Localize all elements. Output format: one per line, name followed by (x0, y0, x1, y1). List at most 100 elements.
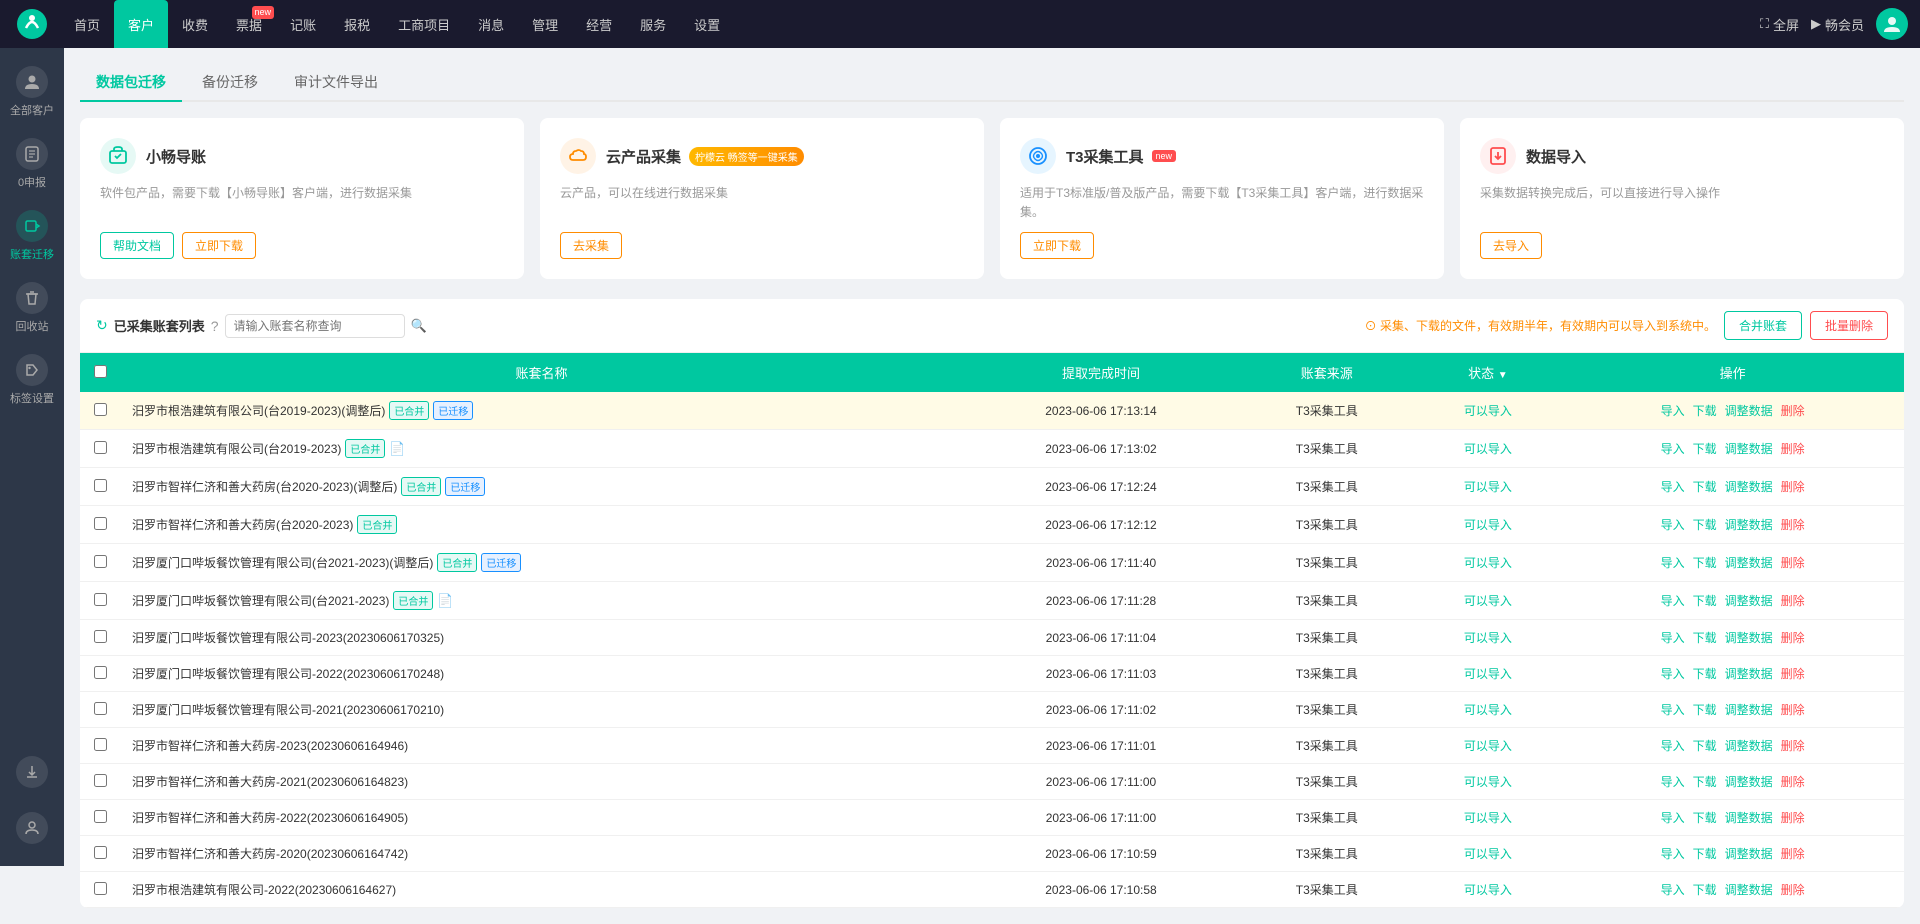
action-删除[interactable]: 删除 (1781, 701, 1805, 718)
nav-service[interactable]: 服务 (626, 0, 680, 48)
action-下载[interactable]: 下载 (1693, 402, 1717, 419)
action-删除[interactable]: 删除 (1781, 737, 1805, 754)
action-删除[interactable]: 删除 (1781, 440, 1805, 457)
nav-message[interactable]: 消息 (464, 0, 518, 48)
action-调整数据[interactable]: 调整数据 (1725, 478, 1773, 495)
go-collect-button[interactable]: 去采集 (560, 232, 622, 259)
fullscreen-button[interactable]: ⛶ 全屏 (1760, 15, 1799, 34)
download-now-button[interactable]: 立即下载 (182, 232, 256, 259)
nav-business[interactable]: 工商项目 (384, 0, 464, 48)
action-下载[interactable]: 下载 (1693, 440, 1717, 457)
go-import-button[interactable]: 去导入 (1480, 232, 1542, 259)
row-checkbox[interactable] (94, 593, 107, 606)
row-checkbox[interactable] (94, 555, 107, 568)
user-avatar[interactable] (1876, 8, 1908, 40)
action-导入[interactable]: 导入 (1661, 845, 1685, 862)
action-调整数据[interactable]: 调整数据 (1725, 592, 1773, 609)
row-checkbox[interactable] (94, 846, 107, 859)
action-删除[interactable]: 删除 (1781, 845, 1805, 862)
row-checkbox[interactable] (94, 702, 107, 715)
col-status[interactable]: 状态 ▼ (1414, 353, 1561, 392)
row-checkbox[interactable] (94, 738, 107, 751)
action-删除[interactable]: 删除 (1781, 629, 1805, 646)
nav-accounting[interactable]: 记账 (276, 0, 330, 48)
nav-settings[interactable]: 设置 (680, 0, 734, 48)
nav-client[interactable]: 客户 (114, 0, 168, 48)
search-icon[interactable]: 🔍 (411, 318, 427, 334)
row-checkbox[interactable] (94, 810, 107, 823)
action-下载[interactable]: 下载 (1693, 478, 1717, 495)
action-导入[interactable]: 导入 (1661, 773, 1685, 790)
action-导入[interactable]: 导入 (1661, 440, 1685, 457)
action-导入[interactable]: 导入 (1661, 665, 1685, 682)
action-调整数据[interactable]: 调整数据 (1725, 737, 1773, 754)
action-调整数据[interactable]: 调整数据 (1725, 516, 1773, 533)
sidebar-item-account-migrate[interactable]: 账套迁移 (0, 200, 64, 272)
action-删除[interactable]: 删除 (1781, 809, 1805, 826)
sidebar-item-recycle[interactable]: 回收站 (0, 272, 64, 344)
row-checkbox[interactable] (94, 774, 107, 787)
action-导入[interactable]: 导入 (1661, 554, 1685, 571)
action-调整数据[interactable]: 调整数据 (1725, 402, 1773, 419)
nav-invoice[interactable]: 票据 new (222, 0, 276, 48)
action-导入[interactable]: 导入 (1661, 402, 1685, 419)
action-删除[interactable]: 删除 (1781, 665, 1805, 682)
action-导入[interactable]: 导入 (1661, 881, 1685, 898)
action-删除[interactable]: 删除 (1781, 554, 1805, 571)
action-导入[interactable]: 导入 (1661, 701, 1685, 718)
member-button[interactable]: ▶ 畅会员 (1811, 15, 1864, 34)
action-删除[interactable]: 删除 (1781, 773, 1805, 790)
action-下载[interactable]: 下载 (1693, 701, 1717, 718)
sidebar-item-profile[interactable] (0, 802, 64, 854)
action-下载[interactable]: 下载 (1693, 773, 1717, 790)
tab-audit-export[interactable]: 审计文件导出 (278, 64, 394, 102)
action-导入[interactable]: 导入 (1661, 629, 1685, 646)
tab-backup-migration[interactable]: 备份迁移 (186, 64, 274, 102)
action-调整数据[interactable]: 调整数据 (1725, 845, 1773, 862)
merge-account-button[interactable]: 合并账套 (1724, 311, 1802, 340)
row-checkbox[interactable] (94, 666, 107, 679)
action-导入[interactable]: 导入 (1661, 478, 1685, 495)
help-circle-icon[interactable]: ? (211, 318, 219, 334)
action-调整数据[interactable]: 调整数据 (1725, 440, 1773, 457)
nav-tax[interactable]: 报税 (330, 0, 384, 48)
action-下载[interactable]: 下载 (1693, 554, 1717, 571)
action-调整数据[interactable]: 调整数据 (1725, 809, 1773, 826)
refresh-icon[interactable]: ↻ (96, 317, 108, 334)
t3-download-button[interactable]: 立即下载 (1020, 232, 1094, 259)
action-导入[interactable]: 导入 (1661, 737, 1685, 754)
row-checkbox[interactable] (94, 882, 107, 895)
help-doc-button[interactable]: 帮助文档 (100, 232, 174, 259)
action-删除[interactable]: 删除 (1781, 592, 1805, 609)
sidebar-item-all-clients[interactable]: 全部客户 (0, 56, 64, 128)
sidebar-item-zero-declare[interactable]: 0申报 (0, 128, 64, 200)
action-下载[interactable]: 下载 (1693, 629, 1717, 646)
action-导入[interactable]: 导入 (1661, 809, 1685, 826)
action-调整数据[interactable]: 调整数据 (1725, 881, 1773, 898)
search-input[interactable] (225, 314, 405, 338)
tab-data-migration[interactable]: 数据包迁移 (80, 64, 182, 102)
row-checkbox[interactable] (94, 403, 107, 416)
action-调整数据[interactable]: 调整数据 (1725, 701, 1773, 718)
action-下载[interactable]: 下载 (1693, 881, 1717, 898)
nav-manage[interactable]: 管理 (518, 0, 572, 48)
action-调整数据[interactable]: 调整数据 (1725, 554, 1773, 571)
app-logo[interactable] (12, 4, 52, 44)
row-checkbox[interactable] (94, 441, 107, 454)
row-checkbox[interactable] (94, 479, 107, 492)
action-删除[interactable]: 删除 (1781, 881, 1805, 898)
row-checkbox[interactable] (94, 517, 107, 530)
action-调整数据[interactable]: 调整数据 (1725, 665, 1773, 682)
nav-home[interactable]: 首页 (60, 0, 114, 48)
action-下载[interactable]: 下载 (1693, 737, 1717, 754)
sidebar-item-download[interactable] (0, 746, 64, 798)
action-下载[interactable]: 下载 (1693, 516, 1717, 533)
nav-operation[interactable]: 经营 (572, 0, 626, 48)
action-下载[interactable]: 下载 (1693, 592, 1717, 609)
action-下载[interactable]: 下载 (1693, 665, 1717, 682)
action-删除[interactable]: 删除 (1781, 478, 1805, 495)
sidebar-item-tag-settings[interactable]: 标签设置 (0, 344, 64, 416)
action-导入[interactable]: 导入 (1661, 516, 1685, 533)
action-删除[interactable]: 删除 (1781, 516, 1805, 533)
action-下载[interactable]: 下载 (1693, 845, 1717, 862)
